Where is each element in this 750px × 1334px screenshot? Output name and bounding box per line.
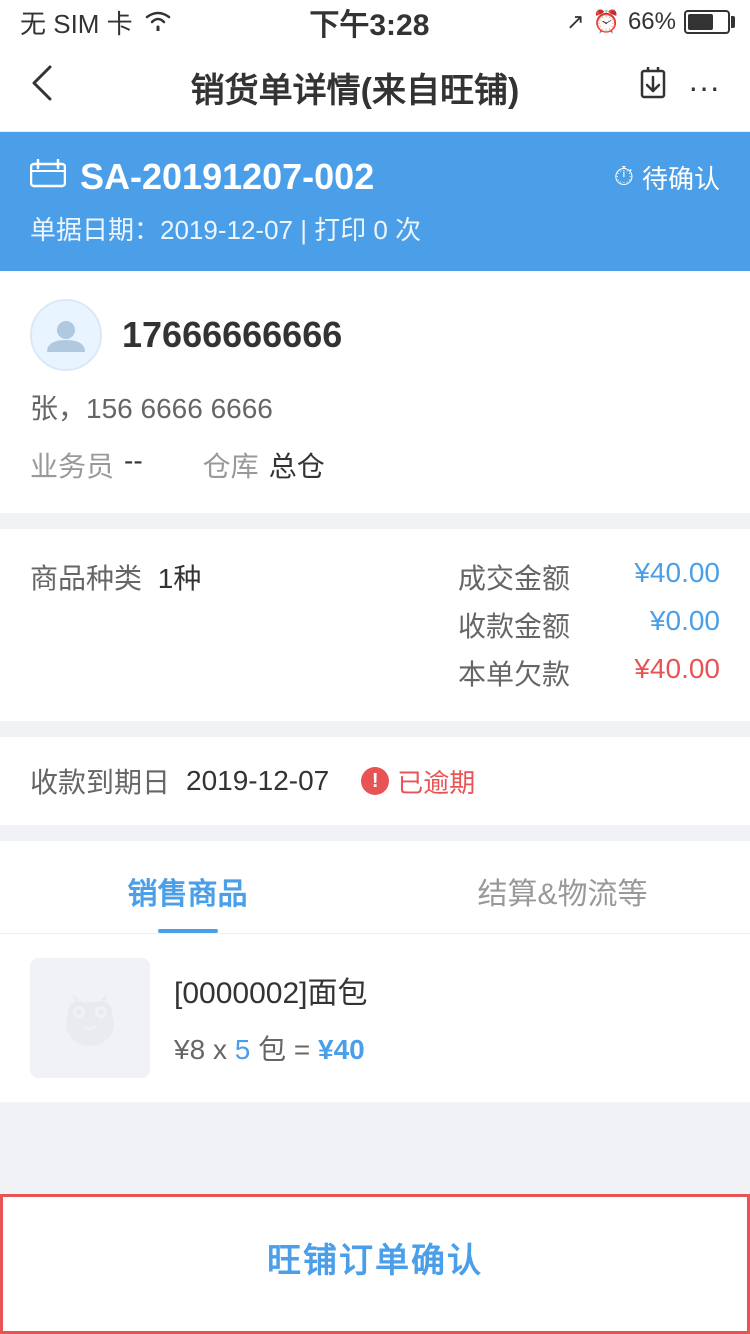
nav-actions: ···: [620, 67, 720, 109]
summary-right: 成交金额 ¥40.00 收款金额 ¥0.00 本单欠款 ¥40.00: [458, 557, 720, 693]
product-total: ¥40: [318, 1034, 365, 1065]
summary-card: 商品种类 1种 成交金额 ¥40.00 收款金额 ¥0.00 本单欠款 ¥40.…: [0, 529, 750, 721]
due-date-value: 2019-12-07: [186, 765, 329, 797]
summary-left: 商品种类 1种: [30, 557, 201, 597]
status-bar: 无 SIM 卡 下午3:28 ↗ ⏰ 66%: [0, 0, 750, 44]
battery-icon: [684, 10, 730, 34]
product-thumbnail: [30, 958, 150, 1078]
status-time: 下午3:28: [309, 0, 429, 44]
tab-sales-goods[interactable]: 销售商品: [0, 841, 375, 933]
tab-settlement[interactable]: 结算&物流等: [375, 841, 750, 933]
due-date-label: 收款到期日: [30, 761, 170, 801]
product-item: [0000002]面包 ¥8 x 5 包 = ¥40: [0, 934, 750, 1103]
overdue-dot-icon: !: [361, 767, 389, 795]
page-title: 销货单详情(来自旺铺): [90, 63, 620, 112]
product-qty: 5: [235, 1034, 251, 1065]
product-price: ¥8 x 5 包 = ¥40: [174, 1028, 720, 1068]
due-date-card: 收款到期日 2019-12-07 ! 已逾期: [0, 737, 750, 825]
goods-type-value: 1种: [158, 563, 202, 594]
avatar: [30, 299, 102, 371]
order-date: 单据日期：2019-12-07 | 打印 0 次: [30, 210, 720, 247]
received-amount-value: ¥0.00: [600, 605, 720, 645]
confirm-button[interactable]: 旺铺订单确认: [33, 1213, 717, 1301]
status-clock-icon: ⏱: [614, 161, 634, 193]
tabs-container: 销售商品 结算&物流等: [0, 841, 750, 934]
location-icon: ↗: [566, 9, 584, 35]
sales-label: 业务员: [30, 445, 114, 485]
status-right: ↗ ⏰ 66%: [566, 8, 730, 36]
owed-amount-label: 本单欠款: [458, 653, 570, 693]
sales-value: --: [124, 445, 143, 485]
product-info: [0000002]面包 ¥8 x 5 包 = ¥40: [174, 968, 720, 1068]
deal-amount-value: ¥40.00: [600, 557, 720, 597]
product-unit: 包: [258, 1034, 286, 1065]
order-number: SA-20191207-002: [30, 156, 374, 198]
share-icon[interactable]: [638, 67, 668, 109]
order-header: SA-20191207-002 ⏱ 待确认 单据日期：2019-12-07 | …: [0, 132, 750, 271]
product-unit-price: ¥8: [174, 1034, 205, 1065]
wifi-icon: [143, 7, 173, 38]
goods-type: 商品种类 1种: [30, 557, 201, 597]
customer-meta: 业务员 -- 仓库 总仓: [30, 445, 720, 485]
status-left: 无 SIM 卡: [20, 4, 173, 41]
alarm-icon: ⏰: [593, 9, 620, 35]
carrier-text: 无 SIM 卡: [20, 4, 133, 41]
overdue-text: 已逾期: [397, 763, 475, 800]
order-status: ⏱ 待确认: [614, 159, 720, 196]
nav-bar: 销货单详情(来自旺铺) ···: [0, 44, 750, 132]
owed-amount-row: 本单欠款 ¥40.00: [458, 653, 720, 693]
sales-info: 业务员 --: [30, 445, 143, 485]
order-icon: [30, 156, 66, 198]
battery-percent: 66%: [628, 8, 676, 36]
owed-amount-value: ¥40.00: [600, 653, 720, 693]
warehouse-info: 仓库 总仓: [203, 445, 325, 485]
product-name: [0000002]面包: [174, 968, 720, 1012]
warehouse-value: 总仓: [269, 445, 325, 485]
warehouse-label: 仓库: [203, 445, 259, 485]
customer-phone: 17666666666: [122, 314, 342, 356]
customer-card: 17666666666 张，156 6666 6666 业务员 -- 仓库 总仓: [0, 271, 750, 513]
customer-name: 张，156 6666 6666: [30, 387, 720, 427]
received-amount-row: 收款金额 ¥0.00: [458, 605, 720, 645]
deal-amount-label: 成交金额: [458, 557, 570, 597]
overdue-badge: ! 已逾期: [361, 763, 475, 800]
deal-amount-row: 成交金额 ¥40.00: [458, 557, 720, 597]
product-list: [0000002]面包 ¥8 x 5 包 = ¥40: [0, 934, 750, 1103]
bottom-bar: 旺铺订单确认: [0, 1194, 750, 1334]
received-amount-label: 收款金额: [458, 605, 570, 645]
product-owl-icon: [50, 974, 130, 1063]
back-button[interactable]: [30, 63, 90, 112]
more-button[interactable]: ···: [688, 69, 720, 106]
